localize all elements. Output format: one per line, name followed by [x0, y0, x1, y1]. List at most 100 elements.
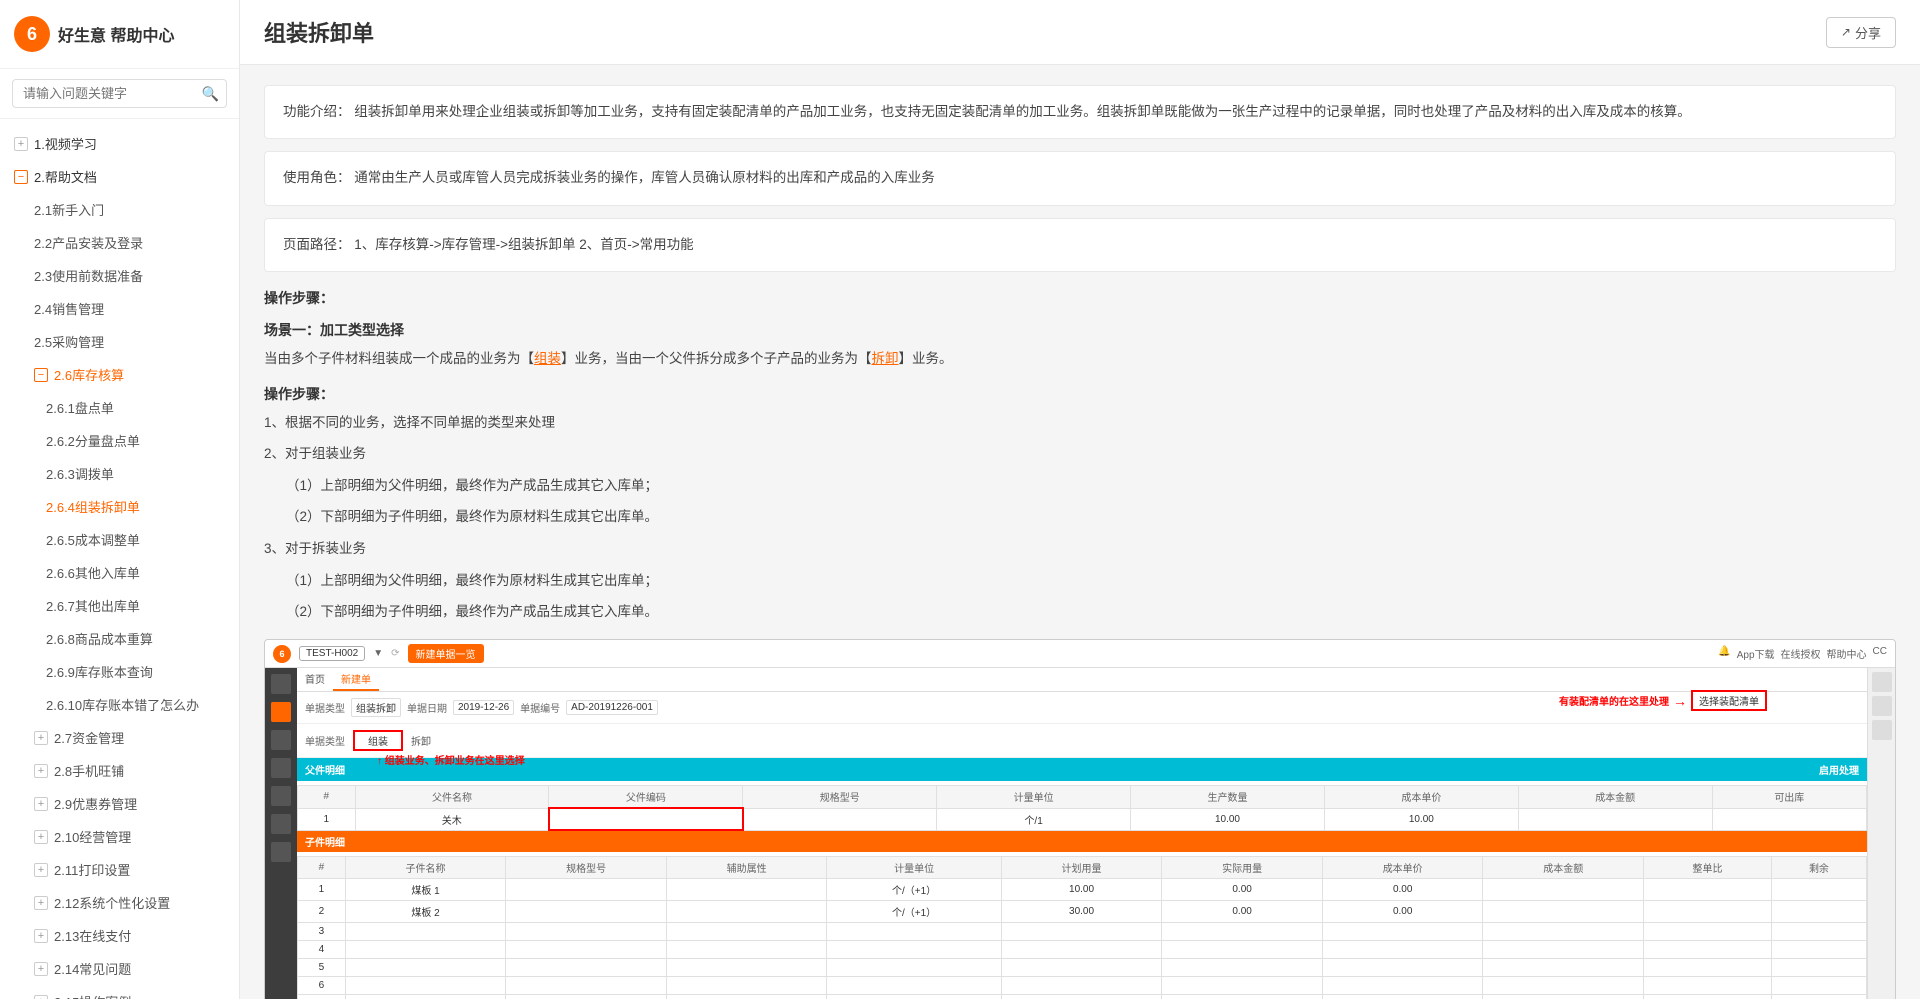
col-aux: 辅助属性	[666, 857, 827, 879]
app-nav-icon4: 帮助中心	[1827, 646, 1867, 661]
sidebar-item-label: 2.13在线支付	[54, 926, 131, 945]
cell-spec	[743, 808, 937, 830]
sidebar-item-label: 2.4销售管理	[34, 299, 104, 318]
search-icon: 🔍	[202, 85, 219, 102]
sidebar-item-beginner[interactable]: 2.1新手入门	[0, 193, 239, 226]
sidebar-item-other-out[interactable]: 2.6.7其他出库单	[0, 589, 239, 622]
cell-unit: 个/1	[937, 808, 1131, 830]
col-qty: 生产数量	[1131, 786, 1325, 809]
sidebar-item-label: 2.6.4组装拆卸单	[46, 497, 140, 516]
sidebar-item-label: 2.14常见问题	[54, 959, 131, 978]
sidebar-nav: + 1.视频学习 − 2.帮助文档 2.1新手入门 2.2产品安装及登录 2.3…	[0, 119, 239, 999]
sidebar-item-data-prep[interactable]: 2.3使用前数据准备	[0, 259, 239, 292]
form-date-label: 单据日期	[407, 700, 447, 715]
form-number-label: 单据编号	[520, 700, 560, 715]
search-input[interactable]	[12, 79, 227, 108]
sidebar-item-inventory[interactable]: − 2.6库存核算	[0, 358, 239, 391]
type-option-disassemble[interactable]: 拆卸	[411, 733, 431, 748]
right-panel-btn-2	[1872, 696, 1892, 716]
sidebar-item-mobile[interactable]: + 2.8手机旺铺	[0, 754, 239, 787]
col-cost-price: 成本单价	[1324, 786, 1518, 809]
annotation-assembly-list: 有装配清单的在这里处理 → 选择装配清单	[1559, 690, 1767, 711]
sidebar-item-help[interactable]: − 2.帮助文档	[0, 160, 239, 193]
app-top-table-container: # 父件名称 父件编码 规格型号 计量单位 生产数量 成本单价 成本金额 可出库	[297, 781, 1867, 831]
left-nav-dot-4	[271, 758, 291, 778]
app-header-label: 父件明细	[305, 762, 345, 777]
app-inner: 首页 新建单 单据类型 组装拆卸 单据日期 2019-12-26 单据编号 AD…	[265, 668, 1895, 999]
cell-available	[1712, 808, 1866, 830]
expand-icon: +	[34, 995, 48, 999]
sidebar-item-purchase[interactable]: 2.5采购管理	[0, 325, 239, 358]
sidebar-item-faq[interactable]: + 2.14常见问题	[0, 952, 239, 985]
app-bottom-table: # 子件名称 规格型号 辅助属性 计量单位 计划用量 实际用量 成本单价 成本金…	[297, 856, 1867, 999]
test-badge: TEST-H002	[299, 646, 365, 661]
sidebar-item-pay[interactable]: + 2.13在线支付	[0, 919, 239, 952]
step2-sub1: （1）上部明细为父件明细，最终作为产成品生成其它入库单；	[264, 473, 1896, 499]
cell-cost-price4: 0.00	[1322, 901, 1483, 923]
app-create-btn[interactable]: 新建单据一览	[408, 644, 484, 663]
cell-child-name2: 煤板 2	[345, 901, 506, 923]
app-tab-new[interactable]: 新建单	[333, 668, 379, 691]
expand-icon: +	[34, 929, 48, 943]
col-plan-qty: 计划用量	[1001, 857, 1162, 879]
form-number-value: AD-20191226-001	[566, 700, 658, 715]
sidebar-item-label: 2.11打印设置	[54, 860, 130, 879]
sidebar-item-count[interactable]: 2.6.1盘点单	[0, 391, 239, 424]
share-button[interactable]: ↗ 分享	[1826, 17, 1896, 48]
step2-sub2: （2）下部明细为子件明细，最终作为原材料生成其它出库单。	[264, 504, 1896, 530]
sidebar-item-count2[interactable]: 2.6.2分量盘点单	[0, 424, 239, 457]
sidebar-item-adjust[interactable]: 2.6.3调拨单	[0, 457, 239, 490]
collapse-icon: −	[14, 170, 28, 184]
share-icon: ↗	[1841, 25, 1851, 39]
step3: 3、对于拆装业务	[264, 536, 1896, 562]
sidebar-item-coupon[interactable]: + 2.9优惠券管理	[0, 787, 239, 820]
cell-unit4: 个/（+1）	[827, 901, 1001, 923]
sidebar-item-assembly[interactable]: 2.6.4组装拆卸单	[0, 490, 239, 523]
form-date-value: 2019-12-26	[453, 700, 514, 715]
sidebar-item-cases[interactable]: + 2.15操作案例	[0, 985, 239, 999]
sidebar-item-cost[interactable]: 2.6.5成本调整单	[0, 523, 239, 556]
cell-num4: 2	[298, 901, 346, 923]
sidebar-item-stock-check[interactable]: 2.6.9库存账本查询	[0, 655, 239, 688]
sidebar-item-finance[interactable]: + 2.7资金管理	[0, 721, 239, 754]
expand-icon: +	[34, 962, 48, 976]
sidebar-item-stock-err[interactable]: 2.6.10库存账本错了怎么办	[0, 688, 239, 721]
sidebar-item-other-in[interactable]: 2.6.6其他入库单	[0, 556, 239, 589]
role-box: 使用角色： 通常由生产人员或库管人员完成拆装业务的操作，库管人员确认原材料的出库…	[264, 151, 1896, 205]
sidebar-item-video[interactable]: + 1.视频学习	[0, 127, 239, 160]
expand-icon: +	[34, 764, 48, 778]
expand-icon: +	[34, 830, 48, 844]
app-tab-home[interactable]: 首页	[297, 668, 333, 691]
cell-plan-qty2: 30.00	[1001, 901, 1162, 923]
cell-child-name: 煤板 1	[345, 879, 506, 901]
sidebar-item-label: 2.1新手入门	[34, 200, 104, 219]
left-nav-dot-6	[271, 814, 291, 834]
col-ratio: 整单比	[1644, 857, 1772, 879]
sidebar-item-label: 2.6.5成本调整单	[46, 530, 140, 549]
left-nav-dot-7	[271, 842, 291, 862]
col-spec: 规格型号	[743, 786, 937, 809]
sidebar-item-cost-recalc[interactable]: 2.6.8商品成本重算	[0, 622, 239, 655]
col-unit: 计量单位	[937, 786, 1131, 809]
sidebar-item-sales[interactable]: 2.4销售管理	[0, 292, 239, 325]
col-unit2: 计量单位	[827, 857, 1001, 879]
table-row: 4	[298, 941, 1867, 959]
step3-sub1: （1）上部明细为父件明细，最终作为原材料生成其它出库单；	[264, 568, 1896, 594]
app-bottom-header-label: 子件明细	[305, 838, 345, 849]
col-num: #	[298, 786, 356, 809]
col-remain: 剩余	[1771, 857, 1866, 879]
type-select-box[interactable]: 组装	[353, 730, 403, 751]
form-type-value: 组装拆卸	[351, 698, 401, 717]
sidebar-item-custom[interactable]: + 2.12系统个性化设置	[0, 886, 239, 919]
sidebar-item-ops[interactable]: + 2.10经营管理	[0, 820, 239, 853]
app-bottom-table-container: # 子件名称 规格型号 辅助属性 计量单位 计划用量 实际用量 成本单价 成本金…	[297, 852, 1867, 999]
sidebar-item-label: 2.7资金管理	[54, 728, 124, 747]
app-nav-icon1: 🔔	[1718, 646, 1730, 661]
app-refresh-icon: ⟳	[391, 648, 399, 659]
path-label: 页面路径：	[283, 237, 351, 252]
sidebar-item-print[interactable]: + 2.11打印设置	[0, 853, 239, 886]
sidebar-item-label: 2.6.7其他出库单	[46, 596, 140, 615]
right-panel-btn-3	[1872, 720, 1892, 740]
app-top-table: # 父件名称 父件编码 规格型号 计量单位 生产数量 成本单价 成本金额 可出库	[297, 785, 1867, 831]
sidebar-item-install[interactable]: 2.2产品安装及登录	[0, 226, 239, 259]
